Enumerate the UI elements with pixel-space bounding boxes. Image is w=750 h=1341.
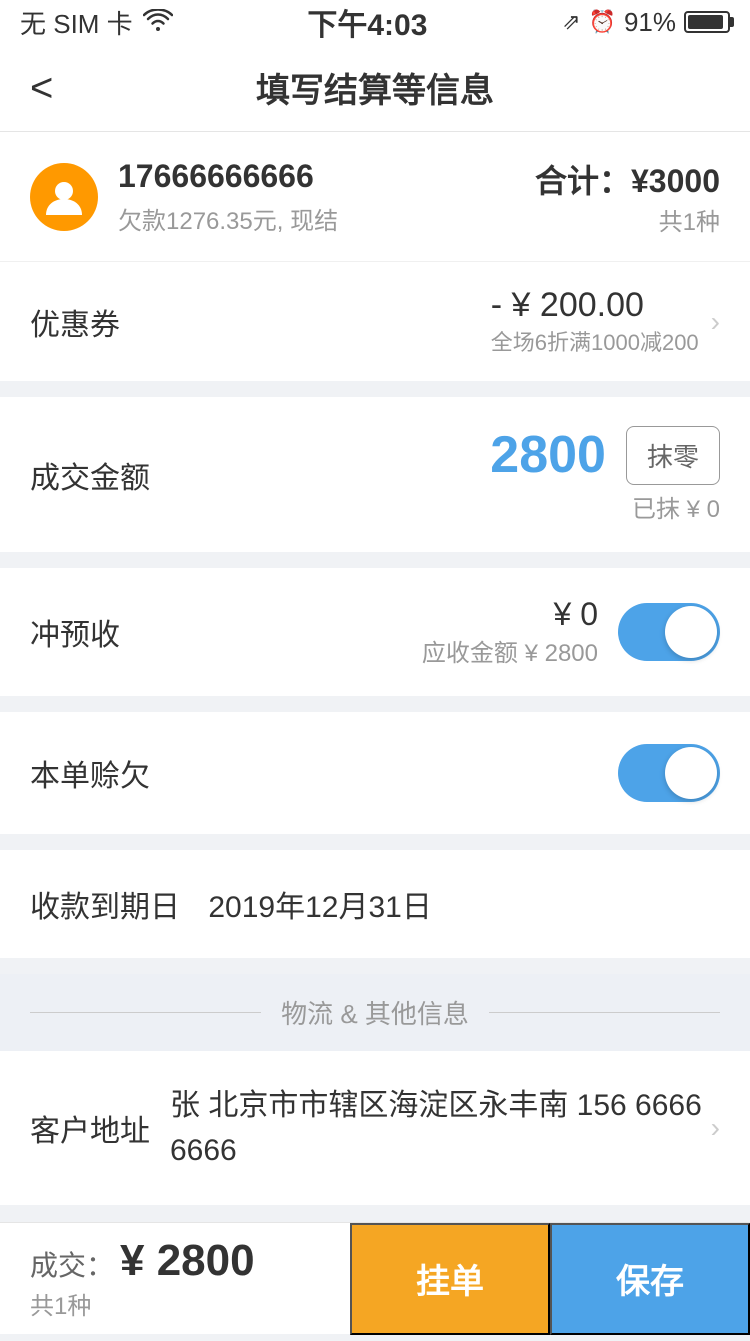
- page-title: 填写结算等信息: [256, 63, 494, 112]
- prepay-info: ¥ 0 应收金额 ¥ 2800: [422, 596, 598, 668]
- status-time: 下午4:03: [307, 0, 427, 44]
- amount-right: 2800 抹零: [490, 425, 720, 485]
- prepay-amount: ¥ 0: [422, 596, 598, 633]
- round-button[interactable]: 抹零: [626, 426, 720, 485]
- coupon-desc: 全场6折满1000减200: [491, 325, 699, 357]
- save-button[interactable]: 保存: [550, 1223, 750, 1335]
- customer-section: 17666666666 欠款1276.35元, 现结 合计：¥3000 共1种 …: [0, 132, 750, 381]
- wifi-icon: [143, 7, 173, 38]
- address-row[interactable]: 客户地址 张 北京市市辖区海淀区永丰南 156 6666 6666 ›: [0, 1051, 750, 1205]
- due-date-label: 收款到期日: [30, 891, 180, 924]
- debt-toggle-knob: [665, 747, 717, 799]
- total-amount: 合计：¥3000: [535, 156, 720, 202]
- coupon-label: 优惠券: [30, 300, 120, 344]
- status-left: 无 SIM 卡: [20, 4, 173, 41]
- debt-label: 本单赊欠: [30, 751, 150, 795]
- due-date-row: 收款到期日 2019年12月31日: [0, 850, 750, 958]
- footer-info: 成交： ¥ 2800 共1种: [0, 1236, 350, 1321]
- customer-info: 17666666666 欠款1276.35元, 现结: [118, 158, 338, 236]
- total-count: 共1种: [535, 202, 720, 237]
- customer-total: 合计：¥3000 共1种: [535, 156, 720, 237]
- debt-row: 本单赊欠: [0, 712, 750, 834]
- amount-value: 2800: [490, 425, 606, 485]
- due-date-section: 收款到期日 2019年12月31日: [0, 850, 750, 958]
- footer-amount: ¥ 2800: [120, 1236, 255, 1286]
- address-section: 客户地址 张 北京市市辖区海淀区永丰南 156 6666 6666 ›: [0, 1051, 750, 1205]
- divider-text: 物流 & 其他信息: [281, 994, 469, 1031]
- location-icon: ⇗: [562, 9, 580, 35]
- prepay-right: ¥ 0 应收金额 ¥ 2800: [422, 596, 720, 668]
- battery-percent: 91%: [624, 7, 676, 38]
- amount-label: 成交金额: [30, 453, 150, 497]
- sim-label: 无 SIM 卡: [20, 4, 133, 41]
- customer-debt: 欠款1276.35元, 现结: [118, 201, 338, 236]
- amount-row: 成交金额 2800 抹零 已抹 ¥ 0: [30, 397, 720, 552]
- battery-icon: [684, 11, 730, 33]
- prepay-row: 冲预收 ¥ 0 应收金额 ¥ 2800: [0, 568, 750, 696]
- footer: 成交： ¥ 2800 共1种 挂单 保存: [0, 1222, 750, 1334]
- debt-section: 本单赊欠: [0, 712, 750, 834]
- coupon-row[interactable]: 优惠券 - ¥ 200.00 全场6折满1000减200 ›: [0, 261, 750, 381]
- customer-left: 17666666666 欠款1276.35元, 现结: [30, 158, 338, 236]
- coupon-right: - ¥ 200.00 全场6折满1000减200 ›: [491, 286, 720, 357]
- coupon-discount: - ¥ 200.00: [491, 286, 699, 325]
- debt-toggle[interactable]: [618, 744, 720, 802]
- hold-button[interactable]: 挂单: [350, 1223, 550, 1335]
- back-button[interactable]: <: [30, 58, 73, 118]
- amount-sub: 已抹 ¥ 0: [632, 489, 720, 524]
- amount-section: 成交金额 2800 抹零 已抹 ¥ 0: [0, 397, 750, 552]
- divider-line-left: [30, 1012, 261, 1013]
- customer-phone: 17666666666: [118, 158, 338, 195]
- clock-icon: ⏰: [589, 9, 616, 35]
- avatar: [30, 163, 98, 231]
- status-right: ⇗ ⏰ 91%: [562, 7, 730, 38]
- footer-count: 共1种: [30, 1286, 320, 1321]
- address-label: 客户地址: [30, 1106, 150, 1150]
- prepay-toggle[interactable]: [618, 603, 720, 661]
- nav-bar: < 填写结算等信息: [0, 44, 750, 132]
- divider-section: 物流 & 其他信息: [0, 974, 750, 1051]
- prepay-label: 冲预收: [30, 610, 120, 654]
- address-chevron-icon: ›: [711, 1112, 720, 1144]
- toggle-knob: [665, 606, 717, 658]
- customer-row: 17666666666 欠款1276.35元, 现结 合计：¥3000 共1种: [0, 132, 750, 261]
- prepay-sub: 应收金额 ¥ 2800: [422, 633, 598, 668]
- divider-line-right: [489, 1012, 720, 1013]
- due-date-value: 2019年12月31日: [208, 891, 431, 924]
- footer-deal-label: 成交：: [30, 1244, 114, 1284]
- chevron-right-icon: ›: [711, 306, 720, 338]
- address-value: 张 北京市市辖区海淀区永丰南 156 6666 6666: [170, 1083, 711, 1173]
- status-bar: 无 SIM 卡 下午4:03 ⇗ ⏰ 91%: [0, 0, 750, 44]
- prepay-section: 冲预收 ¥ 0 应收金额 ¥ 2800: [0, 568, 750, 696]
